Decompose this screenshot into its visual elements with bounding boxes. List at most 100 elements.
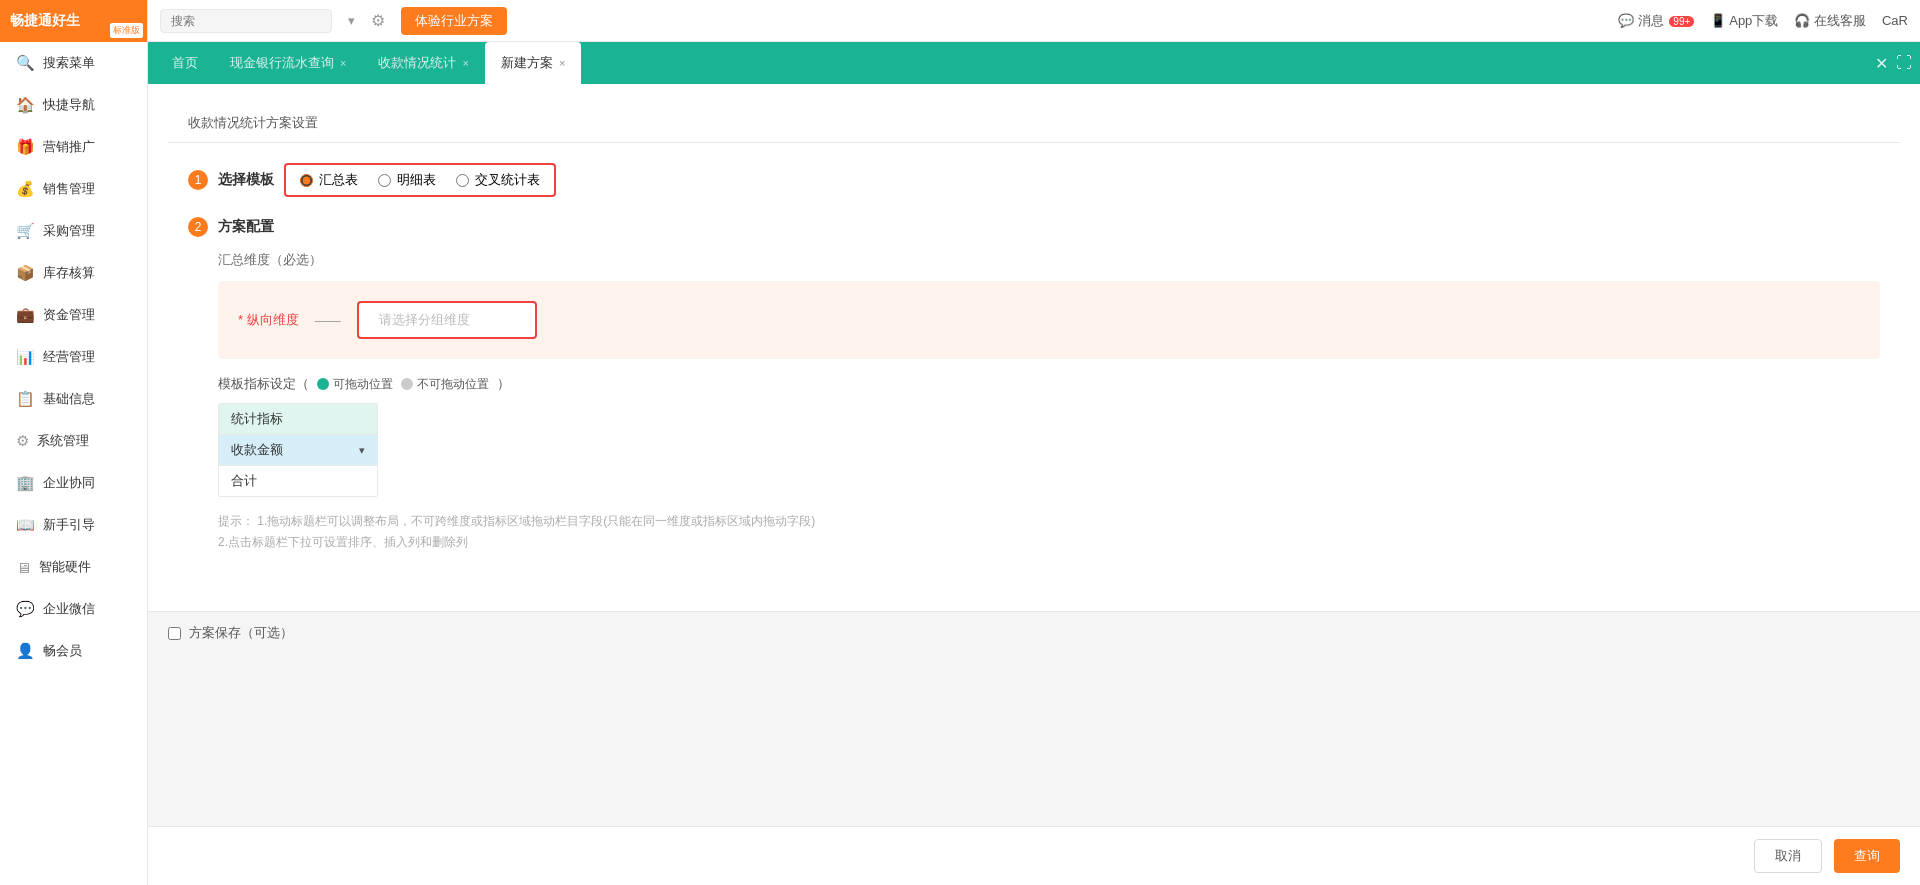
radio-detail-label: 明细表 [397, 171, 436, 189]
sidebar-item-wechat[interactable]: 💬 企业微信 [0, 588, 147, 630]
tip-1: 提示： 1.拖动标题栏可以调整布局，不可跨维度或指标区域拖动栏目字段(只能在同一… [218, 513, 1880, 530]
sidebar-item-label: 营销推广 [43, 138, 95, 156]
sidebar-item-inventory[interactable]: 📦 库存核算 [0, 252, 147, 294]
search-input[interactable] [160, 9, 332, 33]
sidebar-item-search-menu[interactable]: 🔍 搜索菜单 [0, 42, 147, 84]
tab-receipt-stat[interactable]: 收款情况统计 × [362, 42, 484, 84]
tab-bank-flow[interactable]: 现金银行流水查询 × [214, 42, 362, 84]
gear-icon[interactable]: ⚙ [371, 11, 385, 30]
tab-new-plan-close[interactable]: × [559, 57, 565, 69]
step1-number: 1 [188, 170, 208, 190]
sidebar-item-label: 资金管理 [43, 306, 95, 324]
save-checkbox[interactable] [168, 627, 181, 640]
draggable-badge: 可拖动位置 [317, 376, 393, 393]
sidebar-item-member[interactable]: 👤 畅会员 [0, 630, 147, 672]
tab-home-label: 首页 [172, 54, 198, 72]
close-all-icon[interactable]: ✕ [1875, 54, 1888, 73]
logo-badge: 标准版 [110, 23, 143, 38]
logo-text: 畅捷通好生 [10, 12, 80, 30]
sidebar-item-label: 系统管理 [37, 432, 89, 450]
step1-section: 1 选择模板 汇总表 明细表 [188, 163, 1880, 197]
tab-receipt-stat-label: 收款情况统计 [378, 54, 456, 72]
stat-header-label: 统计指标 [231, 410, 283, 428]
settings-icon: ⚙ [16, 432, 29, 450]
sidebar-item-label: 新手引导 [43, 516, 95, 534]
gift-icon: 🎁 [16, 138, 35, 156]
app-icon: 📱 [1710, 13, 1726, 28]
sidebar-item-sales[interactable]: 💰 销售管理 [0, 168, 147, 210]
chevron-down-icon[interactable]: ▾ [359, 444, 365, 457]
sidebar-item-system[interactable]: ⚙ 系统管理 [0, 420, 147, 462]
stat-row-total: 合计 [219, 466, 377, 496]
step1-header: 1 选择模板 汇总表 明细表 [188, 163, 1880, 197]
sidebar-item-label: 经营管理 [43, 348, 95, 366]
step2-number: 2 [188, 217, 208, 237]
page-body: 收款情况统计方案设置 1 选择模板 汇总表 [148, 84, 1920, 611]
dropdown-icon[interactable]: ▾ [348, 13, 355, 28]
save-label: 方案保存（可选） [189, 624, 293, 642]
sidebar-item-label: 企业微信 [43, 600, 95, 618]
topbar: ▾ ⚙ 体验行业方案 💬 消息 99+ 📱 App下载 🎧 在线客服 CaR [148, 0, 1920, 42]
radio-summary[interactable]: 汇总表 [300, 171, 358, 189]
tab-bank-flow-close[interactable]: × [340, 57, 346, 69]
radio-summary-label: 汇总表 [319, 171, 358, 189]
headset-icon: 🎧 [1794, 13, 1810, 28]
drag-dot-green [317, 378, 329, 390]
sidebar-item-label: 智能硬件 [39, 558, 91, 576]
wechat-icon: 💬 [16, 600, 35, 618]
tab-new-plan[interactable]: 新建方案 × [485, 42, 581, 84]
radio-cross[interactable]: 交叉统计表 [456, 171, 540, 189]
tab-receipt-stat-close[interactable]: × [462, 57, 468, 69]
tab-home[interactable]: 首页 [156, 42, 214, 84]
drag-dot-gray [401, 378, 413, 390]
sidebar-item-label: 基础信息 [43, 390, 95, 408]
stat-table: 统计指标 收款金额 ▾ 合计 [218, 403, 378, 497]
message-area[interactable]: 💬 消息 99+ [1618, 12, 1694, 30]
col-label: 收款金额 [231, 441, 283, 459]
message-badge: 99+ [1669, 16, 1694, 27]
user-name[interactable]: CaR [1882, 13, 1908, 28]
smart-hw-icon: 🖥 [16, 559, 31, 576]
sidebar-item-guide[interactable]: 📖 新手引导 [0, 504, 147, 546]
member-icon: 👤 [16, 642, 35, 660]
sidebar-item-label: 库存核算 [43, 264, 95, 282]
sidebar-item-purchase[interactable]: 🛒 采购管理 [0, 210, 147, 252]
query-button[interactable]: 查询 [1834, 839, 1900, 873]
sidebar-item-marketing[interactable]: 🎁 营销推广 [0, 126, 147, 168]
radio-cross-label: 交叉统计表 [475, 171, 540, 189]
stat-col-header: 收款金额 ▾ [219, 435, 377, 466]
step2-header: 2 方案配置 [188, 217, 1880, 237]
sidebar-item-enterprise[interactable]: 🏢 企业协同 [0, 462, 147, 504]
tabbar: 首页 现金银行流水查询 × 收款情况统计 × 新建方案 × ✕ ⛶ [148, 42, 1920, 84]
enterprise-icon: 🏢 [16, 474, 35, 492]
trial-button[interactable]: 体验行业方案 [401, 7, 507, 35]
stat-table-header: 统计指标 [219, 404, 377, 435]
dimension-label: 汇总维度（必选） [218, 251, 1880, 269]
sidebar-item-basic-info[interactable]: 📋 基础信息 [0, 378, 147, 420]
cancel-button[interactable]: 取消 [1754, 839, 1822, 873]
app-download-link[interactable]: 📱 App下载 [1710, 12, 1778, 30]
tabbar-actions: ✕ ⛶ [1875, 54, 1912, 73]
indicator-settings: 模板指标设定（ 可拖动位置 不可拖动位置 ） [218, 375, 1880, 497]
step1-title: 选择模板 [218, 171, 274, 189]
step2-title: 方案配置 [218, 218, 274, 236]
sidebar-item-label: 销售管理 [43, 180, 95, 198]
maximize-icon[interactable]: ⛶ [1896, 54, 1912, 72]
sidebar-item-label: 畅会员 [43, 642, 82, 660]
radio-detail[interactable]: 明细表 [378, 171, 436, 189]
online-service-link[interactable]: 🎧 在线客服 [1794, 12, 1866, 30]
sidebar-item-operation[interactable]: 📊 经营管理 [0, 336, 147, 378]
dimension-select-box[interactable]: 请选择分组维度 [357, 301, 537, 339]
money-icon: 💰 [16, 180, 35, 198]
arrow-icon: —— [315, 313, 341, 328]
sidebar-item-finance[interactable]: 💼 资金管理 [0, 294, 147, 336]
breadcrumb: 收款情况统计方案设置 [168, 104, 1900, 143]
dimension-area: * 纵向维度 —— 请选择分组维度 [218, 281, 1880, 359]
message-icon: 💬 [1618, 13, 1634, 28]
sidebar-item-quick-nav[interactable]: 🏠 快捷导航 [0, 84, 147, 126]
box-icon: 📦 [16, 264, 35, 282]
sidebar-item-smart-hw[interactable]: 🖥 智能硬件 [0, 546, 147, 588]
chart-icon: 📊 [16, 348, 35, 366]
dimension-row: * 纵向维度 —— 请选择分组维度 [238, 301, 1860, 339]
logo-area: 畅捷通好生 标准版 [0, 0, 147, 42]
